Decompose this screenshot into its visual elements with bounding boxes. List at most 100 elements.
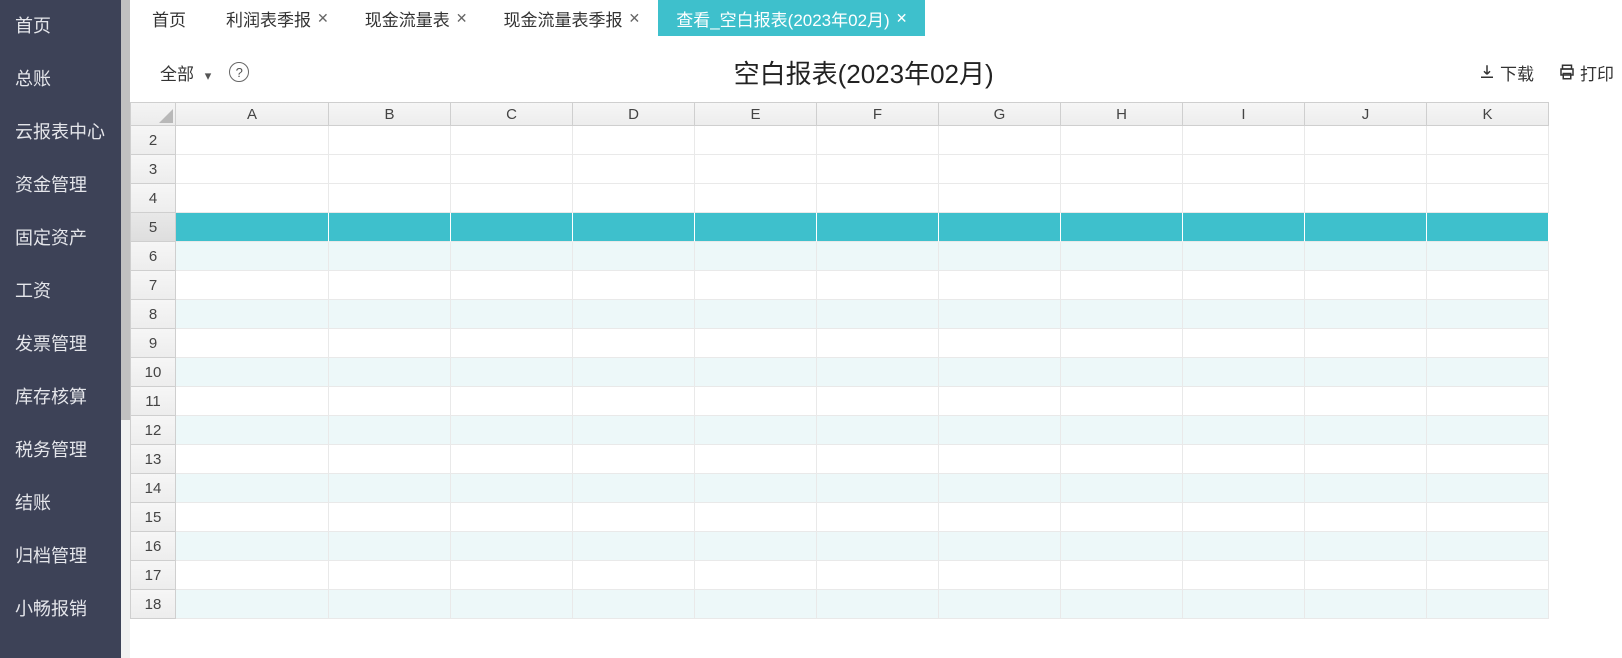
cell[interactable]: [817, 155, 939, 184]
cell[interactable]: [1427, 503, 1549, 532]
cell[interactable]: [451, 416, 573, 445]
cell[interactable]: [1427, 242, 1549, 271]
sidebar-scrollbar-thumb[interactable]: [121, 0, 130, 420]
cell[interactable]: [1427, 329, 1549, 358]
cell[interactable]: [1183, 445, 1305, 474]
sidebar-item-archive[interactable]: 归档管理: [0, 530, 121, 583]
cell[interactable]: [1061, 155, 1183, 184]
sidebar-item-cloud-report[interactable]: 云报表中心: [0, 106, 121, 159]
cell[interactable]: [451, 155, 573, 184]
column-header[interactable]: H: [1061, 102, 1183, 126]
cell[interactable]: [695, 155, 817, 184]
cell[interactable]: [817, 184, 939, 213]
cell[interactable]: [176, 184, 329, 213]
column-header[interactable]: C: [451, 102, 573, 126]
cell[interactable]: [1061, 387, 1183, 416]
cell[interactable]: [176, 155, 329, 184]
column-header[interactable]: E: [695, 102, 817, 126]
cell[interactable]: [451, 329, 573, 358]
cell[interactable]: [329, 213, 451, 242]
cell[interactable]: [1427, 416, 1549, 445]
cell[interactable]: [939, 474, 1061, 503]
cell[interactable]: [451, 213, 573, 242]
cell[interactable]: [1183, 590, 1305, 619]
column-header[interactable]: I: [1183, 102, 1305, 126]
cell[interactable]: [695, 126, 817, 155]
cell[interactable]: [1427, 213, 1549, 242]
cell[interactable]: [176, 300, 329, 329]
cell[interactable]: [1061, 213, 1183, 242]
cell[interactable]: [451, 242, 573, 271]
cell[interactable]: [176, 416, 329, 445]
cell[interactable]: [1061, 503, 1183, 532]
cell[interactable]: [451, 126, 573, 155]
cell[interactable]: [939, 329, 1061, 358]
cell[interactable]: [1427, 271, 1549, 300]
cell[interactable]: [1305, 532, 1427, 561]
cell[interactable]: [176, 445, 329, 474]
row-header[interactable]: 14: [130, 474, 176, 503]
cell[interactable]: [1061, 474, 1183, 503]
cell[interactable]: [695, 503, 817, 532]
cell[interactable]: [176, 590, 329, 619]
cell[interactable]: [573, 561, 695, 590]
cell[interactable]: [451, 358, 573, 387]
cell[interactable]: [1061, 271, 1183, 300]
cell[interactable]: [329, 329, 451, 358]
cell[interactable]: [1427, 155, 1549, 184]
cell[interactable]: [1427, 387, 1549, 416]
cell[interactable]: [329, 358, 451, 387]
sidebar-item-invoice[interactable]: 发票管理: [0, 318, 121, 371]
cell[interactable]: [451, 503, 573, 532]
sidebar-item-funds[interactable]: 资金管理: [0, 159, 121, 212]
cell[interactable]: [695, 590, 817, 619]
cell[interactable]: [329, 561, 451, 590]
cell[interactable]: [451, 532, 573, 561]
cell[interactable]: [1427, 445, 1549, 474]
cell[interactable]: [1305, 242, 1427, 271]
cell[interactable]: [1305, 329, 1427, 358]
cell[interactable]: [1305, 416, 1427, 445]
cell[interactable]: [1305, 271, 1427, 300]
row-header[interactable]: 5: [130, 213, 176, 242]
row-header[interactable]: 2: [130, 126, 176, 155]
spreadsheet[interactable]: ABCDEFGHIJK23456789101112131415161718: [130, 102, 1622, 658]
cell[interactable]: [1305, 590, 1427, 619]
column-header[interactable]: F: [817, 102, 939, 126]
column-header[interactable]: J: [1305, 102, 1427, 126]
cell[interactable]: [573, 329, 695, 358]
cell[interactable]: [329, 271, 451, 300]
cell[interactable]: [1305, 184, 1427, 213]
cell[interactable]: [695, 184, 817, 213]
tab-profit-quarterly[interactable]: 利润表季报 ✕: [208, 0, 347, 36]
cell[interactable]: [1061, 242, 1183, 271]
cell[interactable]: [1183, 416, 1305, 445]
sidebar-item-ledger[interactable]: 总账: [0, 53, 121, 106]
cell[interactable]: [176, 329, 329, 358]
download-button[interactable]: 下载: [1478, 60, 1534, 85]
row-header[interactable]: 9: [130, 329, 176, 358]
cell[interactable]: [1427, 474, 1549, 503]
cell[interactable]: [939, 387, 1061, 416]
cell[interactable]: [573, 184, 695, 213]
cell[interactable]: [451, 387, 573, 416]
row-header[interactable]: 17: [130, 561, 176, 590]
cell[interactable]: [329, 474, 451, 503]
cell[interactable]: [939, 213, 1061, 242]
cell[interactable]: [695, 213, 817, 242]
cell[interactable]: [939, 590, 1061, 619]
cell[interactable]: [1061, 329, 1183, 358]
column-header[interactable]: A: [176, 102, 329, 126]
cell[interactable]: [1183, 213, 1305, 242]
cell[interactable]: [939, 300, 1061, 329]
cell[interactable]: [939, 358, 1061, 387]
cell[interactable]: [176, 242, 329, 271]
cell[interactable]: [176, 387, 329, 416]
cell[interactable]: [695, 242, 817, 271]
sidebar-item-fixed-assets[interactable]: 固定资产: [0, 212, 121, 265]
cell[interactable]: [817, 358, 939, 387]
cell[interactable]: [451, 590, 573, 619]
row-header[interactable]: 8: [130, 300, 176, 329]
cell[interactable]: [817, 213, 939, 242]
cell[interactable]: [817, 329, 939, 358]
